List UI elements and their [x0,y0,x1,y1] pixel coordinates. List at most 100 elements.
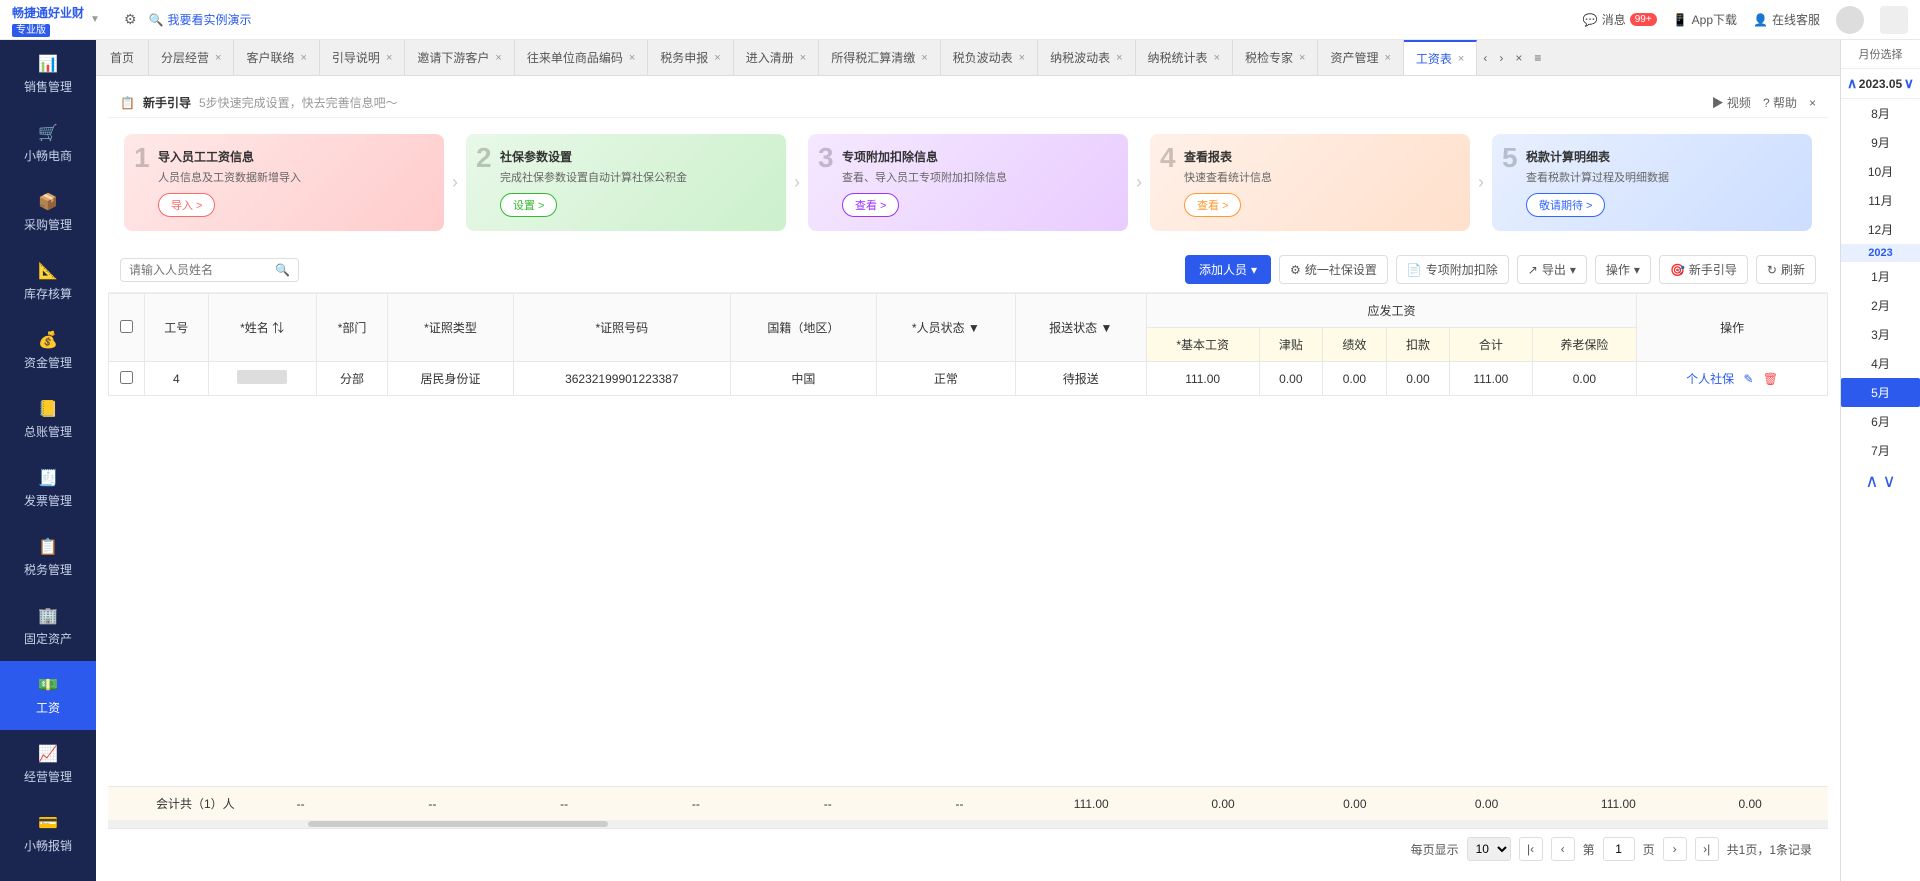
tab-guide[interactable]: 引导说明 × [320,40,405,76]
month-2[interactable]: 2月 [1841,291,1920,320]
month-panel-down[interactable]: ∨ [1883,471,1896,492]
refresh-btn[interactable]: ↻ 刷新 [1756,255,1816,284]
tab-close-layered[interactable]: × [215,52,221,64]
tab-close-income-tax[interactable]: × [921,52,927,64]
sidebar-item-salary[interactable]: 💵 工资 [0,661,96,730]
row-checkbox-cell[interactable] [109,362,145,396]
tab-close-tax-report[interactable]: × [714,52,720,64]
tab-close-contact[interactable]: × [300,52,306,64]
month-9[interactable]: 9月 [1841,128,1920,157]
search-input[interactable] [129,263,269,277]
sidebar-item-expense[interactable]: 💳 小畅报销 [0,799,96,868]
unified-social-btn[interactable]: ⚙ 统一社保设置 [1279,255,1388,284]
step-btn-5[interactable]: 敬请期待 > [1526,193,1605,217]
sidebar-item-ecommerce[interactable]: 🛒 小畅电商 [0,109,96,178]
tab-nav-close-all[interactable]: × [1509,40,1528,76]
scroll-thumb[interactable] [308,821,608,827]
month-next-btn[interactable]: ∨ [1904,75,1914,92]
sidebar-item-basic[interactable]: 🗂 基础信息 [0,868,96,881]
last-page-btn[interactable]: ›| [1695,837,1719,861]
sidebar-item-invoice[interactable]: 🧾 发票管理 [0,454,96,523]
horizontal-scrollbar[interactable] [108,820,1828,828]
tab-close-salary[interactable]: × [1458,53,1464,65]
page-number-input[interactable] [1603,837,1635,861]
tab-close-tax-fluctuation[interactable]: × [1116,52,1122,64]
month-prev-btn[interactable]: ∧ [1847,75,1857,92]
tab-close-clearance[interactable]: × [800,52,806,64]
tab-contact[interactable]: 客户联络 × [234,40,319,76]
per-page-select[interactable]: 10 20 50 [1467,837,1511,861]
month-8[interactable]: 8月 [1841,99,1920,128]
tab-invite[interactable]: 邀请下游客户 × [405,40,514,76]
next-page-btn[interactable]: › [1663,837,1687,861]
guide-video-btn[interactable]: ▶ 视频 [1712,94,1751,111]
tab-salary-table[interactable]: 工资表 × [1404,40,1477,76]
tab-nav-prev[interactable]: ‹ [1477,40,1493,76]
sidebar-item-operations[interactable]: 📈 经营管理 [0,730,96,799]
month-3[interactable]: 3月 [1841,320,1920,349]
action-delete[interactable]: 🗑 [1763,372,1778,386]
tab-tax-report[interactable]: 税务申报 × [648,40,733,76]
new-guide-btn[interactable]: 🎯 新手引导 [1659,255,1748,284]
tab-close-asset[interactable]: × [1384,52,1390,64]
month-10[interactable]: 10月 [1841,157,1920,186]
tab-product-code[interactable]: 往来单位商品编码 × [515,40,648,76]
step-btn-2[interactable]: 设置 > [500,193,557,217]
tab-tax-fluctuation[interactable]: 纳税波动表 × [1038,40,1135,76]
send-filter-icon[interactable]: ▼ [1101,321,1113,335]
top-settings-icon[interactable]: ⚙ [124,11,137,28]
sidebar-item-ledger[interactable]: 📒 总账管理 [0,385,96,454]
sort-icon[interactable]: ⇅ [272,321,284,335]
tab-layered[interactable]: 分层经营 × [149,40,234,76]
sidebar-item-assets[interactable]: 🏢 固定资产 [0,592,96,661]
guide-close-btn[interactable]: × [1809,96,1816,110]
select-all-checkbox[interactable] [120,320,133,333]
app-download-btn[interactable]: 📱 App下载 [1673,11,1737,28]
status-filter-icon[interactable]: ▼ [968,321,980,335]
sidebar-item-purchase[interactable]: 📦 采购管理 [0,178,96,247]
user-menu-btn[interactable] [1880,6,1908,34]
action-edit[interactable]: ✎ [1744,372,1754,386]
month-6[interactable]: 6月 [1841,407,1920,436]
step-btn-1[interactable]: 导入 > [158,193,215,217]
tab-nav-next[interactable]: › [1493,40,1509,76]
tab-close-product-code[interactable]: × [629,52,635,64]
sidebar-item-finance[interactable]: 💰 资金管理 [0,316,96,385]
guide-help-btn[interactable]: ? 帮助 [1763,94,1797,111]
tab-home[interactable]: 首页 [96,40,149,76]
logo-dropdown[interactable]: ▼ [90,14,100,25]
sidebar-item-inventory[interactable]: 📐 库存核算 [0,247,96,316]
month-11[interactable]: 11月 [1841,186,1920,215]
tab-nav-menu[interactable]: ≡ [1528,40,1547,76]
row-checkbox[interactable] [120,371,133,384]
message-btn[interactable]: 💬 消息 99+ [1583,11,1657,28]
tab-close-tax-expert[interactable]: × [1299,52,1305,64]
th-select-all[interactable] [109,294,145,362]
sidebar-item-sales[interactable]: 📊 销售管理 [0,40,96,109]
online-service-btn[interactable]: 👤 在线客服 [1753,11,1820,28]
export-btn[interactable]: ↗ 导出 ▾ [1517,255,1587,284]
step-btn-3[interactable]: 查看 > [842,193,899,217]
prev-page-btn[interactable]: ‹ [1551,837,1575,861]
tab-close-tax-burden[interactable]: × [1019,52,1025,64]
tab-close-invite[interactable]: × [495,52,501,64]
month-panel-title[interactable]: 月份选择 [1841,40,1920,69]
tab-income-tax[interactable]: 所得税汇算清缴 × [819,40,940,76]
tab-tax-expert[interactable]: 税检专家 × [1233,40,1318,76]
month-1[interactable]: 1月 [1841,262,1920,291]
tab-clearance[interactable]: 进入清册 × [734,40,819,76]
first-page-btn[interactable]: |‹ [1519,837,1543,861]
tab-close-tax-stat[interactable]: × [1214,52,1220,64]
add-employee-btn[interactable]: 添加人员 ▾ [1185,255,1271,284]
demo-link[interactable]: 🔍 我要看实例演示 [149,11,252,28]
special-deduction-btn[interactable]: 📄 专项附加扣除 [1396,255,1509,284]
month-7[interactable]: 7月 [1841,436,1920,465]
user-avatar[interactable] [1836,6,1864,34]
month-12[interactable]: 12月 [1841,215,1920,244]
tab-asset[interactable]: 资产管理 × [1318,40,1403,76]
action-personal-social[interactable]: 个人社保 [1686,372,1734,386]
search-box[interactable]: 🔍 [120,258,299,282]
sidebar-item-tax[interactable]: 📋 税务管理 [0,523,96,592]
month-5[interactable]: 5月 [1841,378,1920,407]
tab-tax-burden[interactable]: 税负波动表 × [941,40,1038,76]
